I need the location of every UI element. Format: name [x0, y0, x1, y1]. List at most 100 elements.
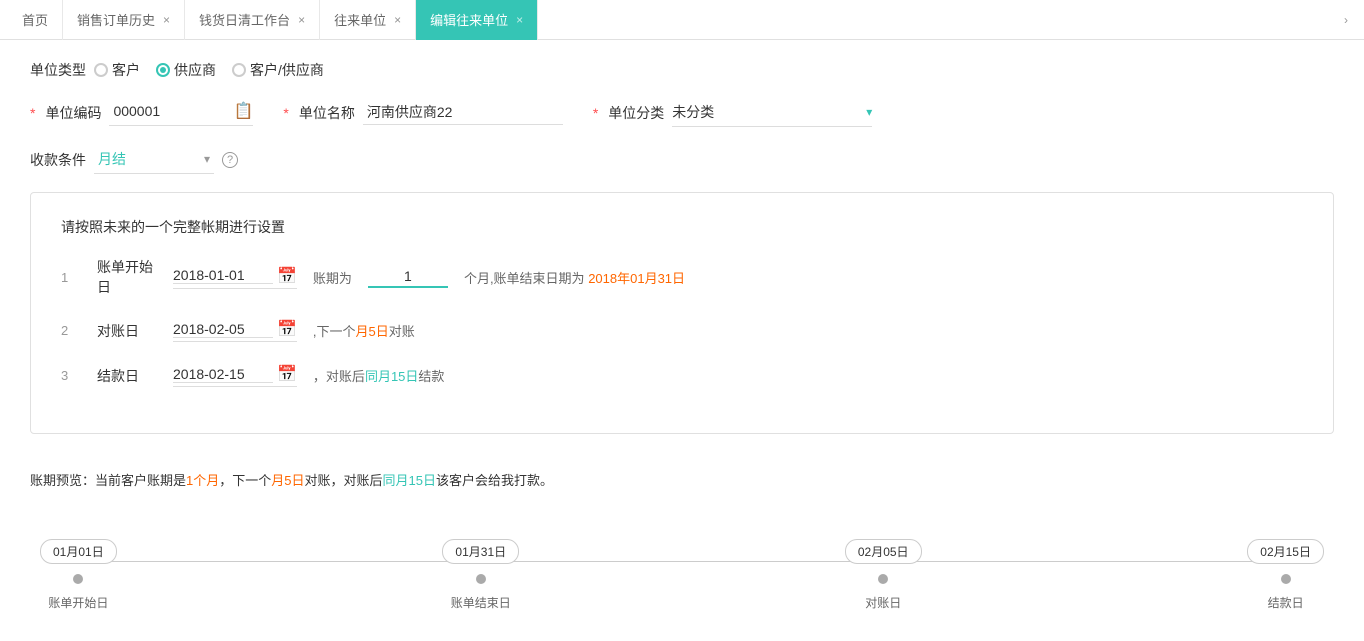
period-date-2-calendar-icon[interactable]: 📅 — [277, 319, 297, 339]
period-date-3-calendar-icon[interactable]: 📅 — [277, 364, 297, 384]
tabs-next-arrow[interactable]: › — [1336, 13, 1356, 27]
tab-edit-partner-close[interactable]: × — [516, 13, 523, 27]
timeline-label-2: 账单结束日 — [451, 594, 511, 611]
tab-partner[interactable]: 往来单位 × — [320, 0, 416, 40]
timeline-label-4: 结款日 — [1268, 594, 1304, 611]
timeline-badge-3: 02月05日 — [845, 539, 922, 564]
radio-both[interactable]: 客户/供应商 — [232, 60, 324, 80]
preview-highlight1: 1个月 — [186, 473, 219, 488]
period-desc-2-highlight: 月5日 — [356, 324, 389, 339]
timeline-point-3: 02月05日 对账日 — [845, 539, 922, 611]
radio-supplier-circle — [156, 63, 170, 77]
preview-section: 账期预览：当前客户账期是1个月，下一个月5日对账，对账后同月15日该客户会给我打… — [30, 454, 1334, 621]
radio-both-label: 客户/供应商 — [250, 60, 324, 80]
unit-category-dropdown[interactable]: 未分类 ▾ — [672, 98, 872, 127]
unit-category-value: 未分类 — [672, 102, 862, 122]
unit-type-label: 单位类型 — [30, 60, 86, 80]
unit-category-label: 单位分类 — [608, 103, 664, 123]
period-field-label-3: 结款日 — [97, 366, 157, 386]
period-end-date-highlight: 2018年01月31日 — [588, 271, 685, 286]
period-num-1: 1 — [61, 270, 81, 285]
period-date-1-input[interactable] — [173, 267, 273, 284]
period-title: 请按照未来的一个完整帐期进行设置 — [61, 217, 1303, 237]
unit-type-row: 单位类型 客户 供应商 客户/供应商 — [30, 60, 1334, 80]
timeline-dot-4 — [1281, 574, 1291, 584]
unit-category-arrow: ▾ — [866, 105, 872, 119]
tab-partner-close[interactable]: × — [394, 13, 401, 27]
timeline-label-1: 账单开始日 — [48, 594, 108, 611]
timeline-badge-1: 01月01日 — [40, 539, 117, 564]
timeline-label-3: 对账日 — [865, 594, 901, 611]
period-date-3-wrapper: 📅 — [173, 364, 297, 387]
radio-customer-circle — [94, 63, 108, 77]
unit-category-group: * 单位分类 未分类 ▾ — [593, 98, 872, 127]
period-date-2-input[interactable] — [173, 321, 273, 338]
radio-supplier[interactable]: 供应商 — [156, 60, 216, 80]
unit-name-input[interactable] — [363, 100, 563, 125]
tab-home[interactable]: 首页 — [8, 0, 63, 40]
preview-highlight3: 同月15日 — [383, 473, 436, 488]
period-date-2-wrapper: 📅 — [173, 319, 297, 342]
period-field-label-1: 账单开始日 — [97, 257, 157, 297]
payment-terms-select[interactable]: 月结 ▾ — [94, 145, 214, 174]
tab-sales-history-label: 销售订单历史 — [77, 10, 155, 29]
preview-highlight2: 月5日 — [271, 473, 304, 488]
payment-terms-arrow: ▾ — [204, 152, 210, 166]
preview-suffix: 该客户会给我打款。 — [436, 473, 553, 488]
timeline-dot-3 — [878, 574, 888, 584]
tab-edit-partner-label: 编辑往来单位 — [430, 10, 508, 29]
payment-terms-label: 收款条件 — [30, 150, 86, 170]
period-row-3: 3 结款日 📅 ，对账后同月15日结款 — [61, 364, 1303, 387]
unit-type-group: 单位类型 客户 供应商 客户/供应商 — [30, 60, 324, 80]
unit-category-star: * — [593, 105, 598, 121]
timeline-dot-2 — [476, 574, 486, 584]
period-desc-3: ，对账后同月15日结款 — [313, 366, 445, 385]
preview-text: 账期预览：当前客户账期是1个月，下一个月5日对账，对账后同月15日该客户会给我打… — [30, 470, 1334, 489]
preview-middle2: 对账，对账后 — [305, 473, 383, 488]
period-desc-3-highlight: 同月15日 — [365, 369, 418, 384]
period-desc-3-suffix: 结款 — [418, 369, 444, 384]
payment-terms-value: 月结 — [98, 149, 200, 169]
timeline-dot-1 — [73, 574, 83, 584]
timeline-badge-4: 02月15日 — [1247, 539, 1324, 564]
unit-code-star: * — [30, 105, 35, 121]
period-num-3: 3 — [61, 368, 81, 383]
period-field-label-2: 对账日 — [97, 321, 157, 341]
unit-name-star: * — [283, 105, 288, 121]
period-row-2: 2 对账日 📅 ,下一个月5日对账 — [61, 319, 1303, 342]
unit-name-label: 单位名称 — [299, 103, 355, 123]
tab-sales-history[interactable]: 销售订单历史 × — [63, 0, 185, 40]
period-desc-2-prefix: ,下一个 — [313, 324, 356, 339]
radio-supplier-label: 供应商 — [174, 60, 216, 80]
payment-terms-row: 收款条件 月结 ▾ ? — [30, 145, 1334, 174]
period-unit-text: 个月,账单结束日期为 — [464, 271, 585, 286]
unit-code-input-wrapper: 📋 — [109, 99, 253, 126]
period-box: 请按照未来的一个完整帐期进行设置 1 账单开始日 📅 账期为 个月,账单结束日期… — [30, 192, 1334, 434]
period-date-3-input[interactable] — [173, 366, 273, 383]
unit-code-group: * 单位编码 📋 — [30, 99, 253, 126]
tab-cash-work-label: 钱货日清工作台 — [199, 10, 290, 29]
period-months-input[interactable] — [368, 266, 448, 288]
period-date-1-wrapper: 📅 — [173, 266, 297, 289]
tab-edit-partner[interactable]: 编辑往来单位 × — [416, 0, 538, 40]
radio-customer[interactable]: 客户 — [94, 60, 140, 80]
timeline-point-2: 01月31日 账单结束日 — [442, 539, 519, 611]
period-date-1-calendar-icon[interactable]: 📅 — [277, 266, 297, 286]
tab-sales-history-close[interactable]: × — [163, 13, 170, 27]
period-desc-2-suffix: 对账 — [389, 324, 415, 339]
unit-name-group: * 单位名称 — [283, 100, 562, 125]
unit-code-label: 单位编码 — [45, 103, 101, 123]
tabs-bar: 首页 销售订单历史 × 钱货日清工作台 × 往来单位 × 编辑往来单位 × › — [0, 0, 1364, 40]
unit-code-input[interactable] — [109, 99, 229, 123]
payment-terms-help-icon[interactable]: ? — [222, 152, 238, 168]
unit-code-copy-icon[interactable]: 📋 — [233, 101, 253, 121]
payment-terms-group: 收款条件 月结 ▾ ? — [30, 145, 238, 174]
tab-cash-work[interactable]: 钱货日清工作台 × — [185, 0, 320, 40]
tab-cash-work-close[interactable]: × — [298, 13, 305, 27]
period-unit-1: 个月,账单结束日期为 2018年01月31日 — [464, 268, 685, 287]
timeline-container: 01月01日 账单开始日 01月31日 账单结束日 02月05日 对账日 — [30, 509, 1334, 621]
timeline-point-4: 02月15日 结款日 — [1247, 539, 1324, 611]
period-num-2: 2 — [61, 323, 81, 338]
tab-home-label: 首页 — [22, 10, 48, 29]
preview-middle1: ，下一个 — [219, 473, 271, 488]
